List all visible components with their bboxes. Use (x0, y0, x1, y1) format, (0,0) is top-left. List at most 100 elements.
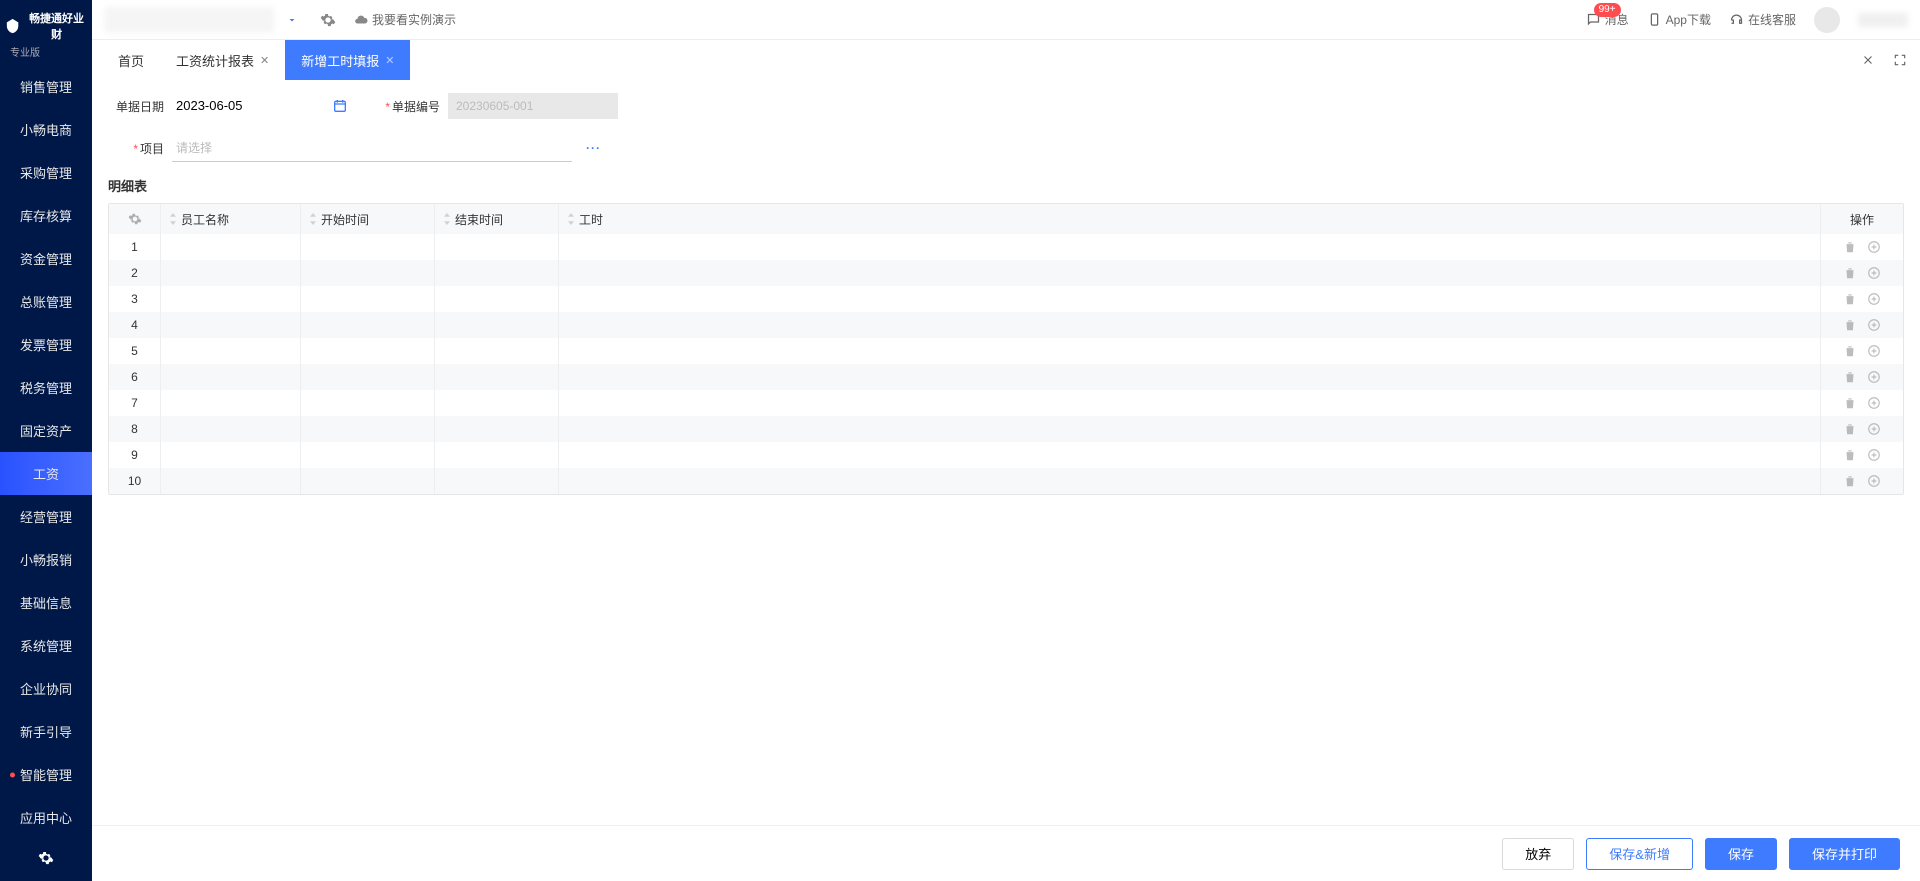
cell-hours[interactable] (559, 338, 1821, 364)
cell-end[interactable] (435, 234, 559, 260)
tab-1[interactable]: 工资统计报表✕ (160, 40, 285, 80)
sidebar-item-1[interactable]: 小畅电商 (0, 108, 92, 151)
add-row-icon[interactable] (1867, 474, 1881, 488)
sidebar-item-12[interactable]: 基础信息 (0, 581, 92, 624)
save-and-new-button[interactable]: 保存&新增 (1586, 838, 1693, 870)
cell-hours[interactable] (559, 286, 1821, 312)
cell-end[interactable] (435, 416, 559, 442)
grid-header-settings[interactable] (109, 204, 161, 234)
save-and-print-button[interactable]: 保存并打印 (1789, 838, 1900, 870)
cell-employee[interactable] (161, 442, 301, 468)
support-button[interactable]: 在线客服 (1729, 11, 1796, 28)
project-input[interactable] (172, 134, 572, 162)
cell-employee[interactable] (161, 390, 301, 416)
project-lookup-button[interactable]: ··· (586, 141, 601, 155)
cell-hours[interactable] (559, 312, 1821, 338)
add-row-icon[interactable] (1867, 344, 1881, 358)
table-row[interactable]: 2 (109, 260, 1903, 286)
fullscreen-button[interactable] (1890, 50, 1910, 70)
sidebar-item-2[interactable]: 采购管理 (0, 151, 92, 194)
avatar[interactable] (1814, 7, 1840, 33)
add-row-icon[interactable] (1867, 396, 1881, 410)
cell-start[interactable] (301, 286, 435, 312)
table-row[interactable]: 5 (109, 338, 1903, 364)
company-dropdown-icon[interactable] (282, 10, 302, 30)
cell-start[interactable] (301, 260, 435, 286)
username[interactable] (1858, 13, 1908, 27)
company-selector[interactable] (104, 7, 274, 33)
delete-icon[interactable] (1843, 448, 1857, 462)
delete-icon[interactable] (1843, 370, 1857, 384)
sidebar-item-17[interactable]: 应用中心 (0, 796, 92, 838)
calendar-icon[interactable] (332, 98, 348, 114)
delete-icon[interactable] (1843, 422, 1857, 436)
cell-employee[interactable] (161, 260, 301, 286)
delete-icon[interactable] (1843, 474, 1857, 488)
close-all-tabs-button[interactable] (1858, 50, 1878, 70)
cell-end[interactable] (435, 442, 559, 468)
table-row[interactable]: 7 (109, 390, 1903, 416)
cell-start[interactable] (301, 312, 435, 338)
delete-icon[interactable] (1843, 292, 1857, 306)
add-row-icon[interactable] (1867, 266, 1881, 280)
delete-icon[interactable] (1843, 318, 1857, 332)
cell-hours[interactable] (559, 416, 1821, 442)
cell-employee[interactable] (161, 286, 301, 312)
cell-employee[interactable] (161, 468, 301, 494)
grid-header-start[interactable]: 开始时间 (301, 204, 435, 234)
save-button[interactable]: 保存 (1705, 838, 1777, 870)
cell-start[interactable] (301, 416, 435, 442)
cell-employee[interactable] (161, 312, 301, 338)
delete-icon[interactable] (1843, 266, 1857, 280)
add-row-icon[interactable] (1867, 240, 1881, 254)
table-row[interactable]: 9 (109, 442, 1903, 468)
top-settings-button[interactable] (318, 10, 338, 30)
cell-employee[interactable] (161, 416, 301, 442)
demo-link[interactable]: 我要看实例演示 (354, 11, 456, 28)
tab-0[interactable]: 首页 (102, 40, 160, 80)
delete-icon[interactable] (1843, 396, 1857, 410)
cell-start[interactable] (301, 442, 435, 468)
sidebar-item-16[interactable]: 智能管理 (0, 753, 92, 796)
sidebar-item-7[interactable]: 税务管理 (0, 366, 92, 409)
cell-hours[interactable] (559, 234, 1821, 260)
table-row[interactable]: 4 (109, 312, 1903, 338)
cell-start[interactable] (301, 338, 435, 364)
messages-button[interactable]: 99+ 消息 (1586, 11, 1629, 28)
sidebar-item-9[interactable]: 工资 (0, 452, 92, 495)
tab-2[interactable]: 新增工时填报✕ (285, 40, 410, 80)
cell-hours[interactable] (559, 442, 1821, 468)
sidebar-item-0[interactable]: 销售管理 (0, 65, 92, 108)
add-row-icon[interactable] (1867, 422, 1881, 436)
tab-close-icon[interactable]: ✕ (260, 54, 269, 67)
add-row-icon[interactable] (1867, 318, 1881, 332)
sidebar-item-5[interactable]: 总账管理 (0, 280, 92, 323)
add-row-icon[interactable] (1867, 448, 1881, 462)
cell-employee[interactable] (161, 338, 301, 364)
cell-hours[interactable] (559, 364, 1821, 390)
sidebar-item-15[interactable]: 新手引导 (0, 710, 92, 753)
tab-close-icon[interactable]: ✕ (385, 54, 394, 67)
cell-end[interactable] (435, 286, 559, 312)
app-download-button[interactable]: App下载 (1647, 11, 1711, 28)
sidebar-item-14[interactable]: 企业协同 (0, 667, 92, 710)
cell-end[interactable] (435, 260, 559, 286)
table-row[interactable]: 8 (109, 416, 1903, 442)
sidebar-item-4[interactable]: 资金管理 (0, 237, 92, 280)
delete-icon[interactable] (1843, 240, 1857, 254)
cell-employee[interactable] (161, 234, 301, 260)
table-row[interactable]: 1 (109, 234, 1903, 260)
add-row-icon[interactable] (1867, 370, 1881, 384)
grid-header-hours[interactable]: 工时 (559, 204, 1821, 234)
cell-employee[interactable] (161, 364, 301, 390)
cell-hours[interactable] (559, 390, 1821, 416)
grid-header-employee[interactable]: 员工名称 (161, 204, 301, 234)
sidebar-item-11[interactable]: 小畅报销 (0, 538, 92, 581)
cell-hours[interactable] (559, 468, 1821, 494)
add-row-icon[interactable] (1867, 292, 1881, 306)
discard-button[interactable]: 放弃 (1502, 838, 1574, 870)
cell-end[interactable] (435, 364, 559, 390)
delete-icon[interactable] (1843, 344, 1857, 358)
sidebar-settings[interactable] (0, 838, 92, 881)
cell-start[interactable] (301, 364, 435, 390)
